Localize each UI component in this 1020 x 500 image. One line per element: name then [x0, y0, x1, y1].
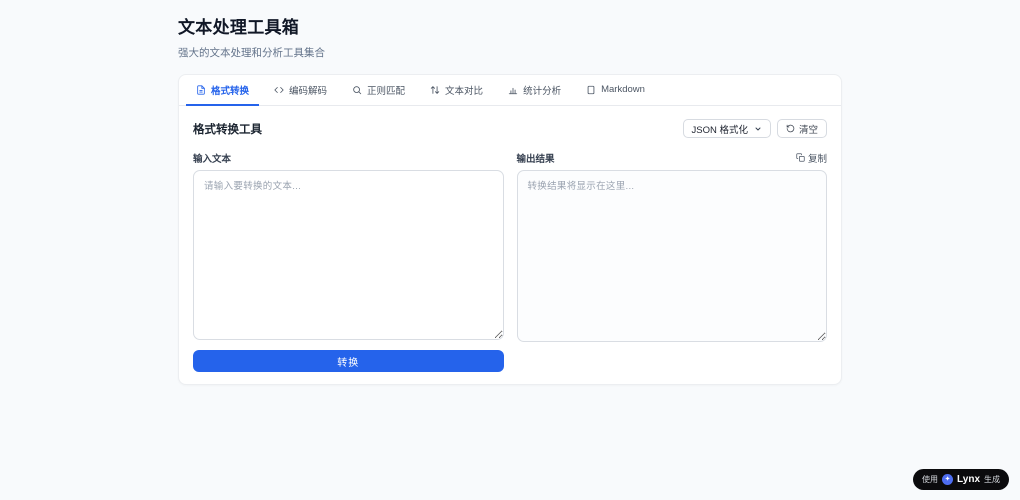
clear-button[interactable]: 清空: [776, 119, 827, 138]
input-textarea[interactable]: [193, 170, 504, 340]
copy-button-label: 复制: [807, 153, 827, 165]
output-column: 输出结果 复制: [516, 151, 827, 372]
tab-label: 编码解码: [289, 85, 328, 97]
chevron-down-icon: [754, 125, 762, 133]
toolbox-card: 格式转换 编码解码 正则匹配 文本对比 统计分析 Markdown 格式转换工具…: [178, 74, 842, 385]
page-title: 文本处理工具箱: [178, 18, 300, 37]
lynx-badge[interactable]: 使用 ✦ Lynx 生成: [913, 469, 1009, 490]
code-icon: [274, 85, 284, 95]
format-select[interactable]: JSON 格式化: [682, 119, 771, 138]
tab-label: 统计分析: [523, 85, 562, 97]
tab-bar: 格式转换 编码解码 正则匹配 文本对比 统计分析 Markdown: [179, 75, 841, 106]
tab-markdown[interactable]: Markdown: [576, 75, 655, 106]
badge-brand: Lynx: [957, 474, 980, 485]
badge-suffix: 生成: [984, 475, 1000, 484]
tab-regex-match[interactable]: 正则匹配: [342, 75, 415, 106]
output-textarea[interactable]: [516, 170, 827, 342]
copy-icon: [796, 153, 805, 162]
input-column: 输入文本 转换: [193, 151, 504, 372]
convert-button[interactable]: 转换: [193, 350, 504, 372]
tab-text-compare[interactable]: 文本对比: [420, 75, 493, 106]
tab-statistics[interactable]: 统计分析: [498, 75, 571, 106]
tab-panel-format-convert: 格式转换工具 JSON 格式化 清空 输入文本 请输入要转换的文本... 转换 …: [179, 106, 841, 384]
badge-prefix: 使用: [922, 475, 939, 484]
section-title: 格式转换工具: [193, 123, 262, 136]
lynx-logo-icon: ✦: [942, 474, 954, 485]
output-label: 输出结果: [516, 153, 555, 165]
copy-button[interactable]: 复制: [796, 151, 827, 165]
tab-label: 文本对比: [445, 85, 484, 97]
reset-icon: [786, 124, 795, 133]
file-text-icon: [196, 84, 206, 95]
input-label: 输入文本: [193, 153, 232, 165]
text-toolbox-page: 文本处理工具箱 强大的文本处理和分析工具集合 格式转换 编码解码 正则匹配 文本…: [178, 0, 842, 385]
tab-format-convert[interactable]: 格式转换: [186, 75, 260, 106]
tab-encode-decode[interactable]: 编码解码: [264, 75, 337, 106]
page-subtitle: 强大的文本处理和分析工具集合: [178, 47, 325, 59]
tab-label: 正则匹配: [367, 85, 406, 97]
search-icon: [352, 85, 362, 95]
panel-controls: JSON 格式化 清空: [682, 119, 827, 138]
markdown-doc-icon: [586, 85, 596, 95]
tab-label: 格式转换: [211, 85, 250, 97]
tab-label: Markdown: [601, 84, 645, 95]
format-select-value: JSON 格式化: [691, 124, 748, 136]
clear-button-label: 清空: [798, 124, 818, 136]
bar-chart-icon: [508, 85, 518, 95]
arrow-up-down-icon: [430, 85, 440, 95]
